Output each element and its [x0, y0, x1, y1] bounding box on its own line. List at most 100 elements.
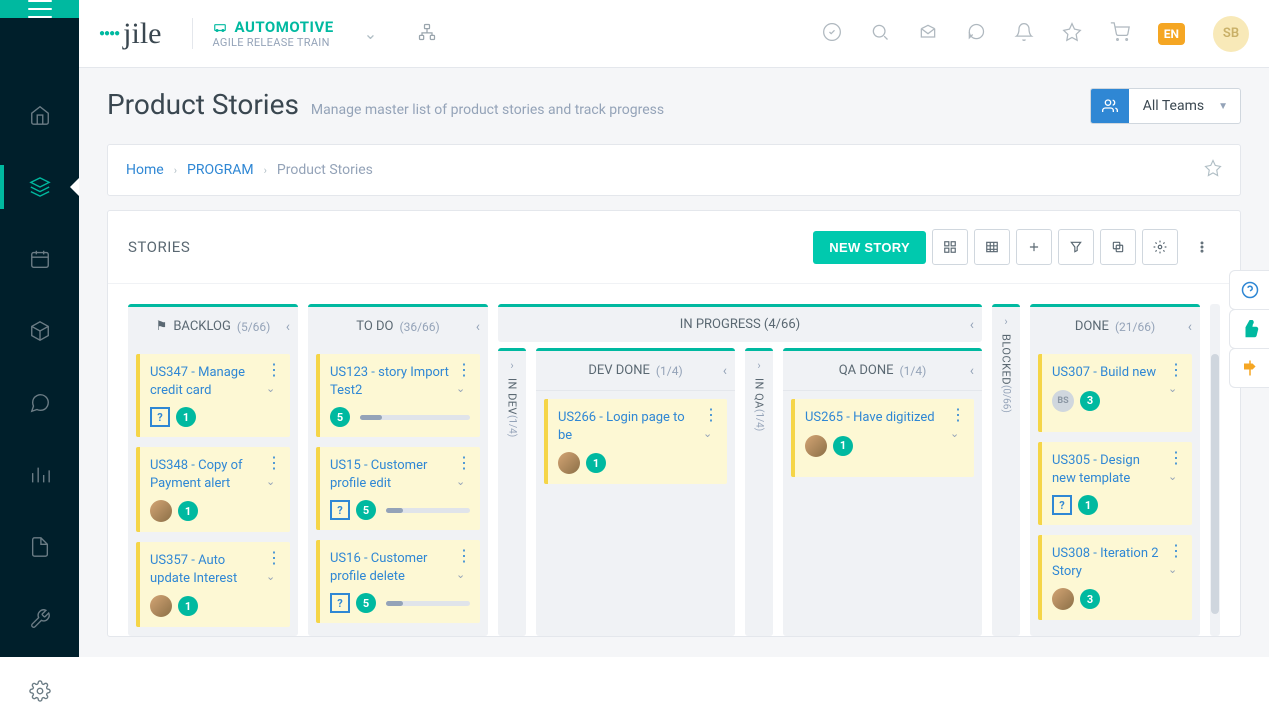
nav-home[interactable] — [18, 93, 62, 137]
story-card[interactable]: US308 - Iteration 2 Story⋮⌄3 — [1038, 535, 1192, 620]
column-in-progress: IN PROGRESS (4/66) ‹ › IN DEV (1/4) — [498, 304, 982, 636]
card-expand-icon[interactable]: ⌄ — [1168, 470, 1184, 483]
done-scrollbar[interactable] — [1210, 304, 1220, 636]
breadcrumb-program[interactable]: PROGRAM — [187, 162, 254, 178]
column-in-dev-collapsed[interactable]: › IN DEV (1/4) — [498, 348, 526, 636]
chat-icon[interactable] — [966, 22, 986, 46]
card-title[interactable]: US16 - Customer profile delete — [330, 550, 470, 585]
card-menu-icon[interactable]: ⋮ — [456, 548, 472, 564]
card-title[interactable]: US123 - story Import Test2 — [330, 364, 470, 399]
card-menu-icon[interactable]: ⋮ — [703, 407, 719, 423]
language-badge[interactable]: EN — [1158, 23, 1185, 45]
help-icon[interactable] — [1229, 270, 1269, 310]
column-blocked-collapsed[interactable]: › BLOCKED (0/66) — [992, 304, 1020, 636]
view-grid-icon[interactable] — [932, 229, 968, 265]
card-title[interactable]: US307 - Build new — [1052, 364, 1182, 382]
card-menu-icon[interactable]: ⋮ — [266, 550, 282, 566]
settings-icon[interactable] — [1142, 229, 1178, 265]
card-title[interactable]: US265 - Have digitized — [805, 409, 964, 427]
collapse-icon[interactable]: ‹ — [970, 317, 974, 333]
card-title[interactable]: US357 - Auto update Interest — [150, 552, 280, 587]
page-title: Product Stories — [107, 88, 299, 121]
card-count-badge: 5 — [356, 500, 376, 520]
card-menu-icon[interactable]: ⋮ — [1168, 543, 1184, 559]
favorite-icon[interactable] — [1204, 159, 1222, 181]
nav-chart[interactable] — [18, 453, 62, 497]
card-menu-icon[interactable]: ⋮ — [1168, 362, 1184, 378]
inbox-icon[interactable] — [918, 22, 938, 46]
collapse-icon[interactable]: ‹ — [970, 363, 974, 379]
card-title[interactable]: US308 - Iteration 2 Story — [1052, 545, 1182, 580]
card-expand-icon[interactable]: ⌄ — [950, 427, 966, 440]
column-done: DONE (21/66) ‹ US307 - Build new⋮⌄BS3US3… — [1030, 304, 1200, 636]
story-card[interactable]: US305 - Design new template⋮⌄?1 — [1038, 442, 1192, 525]
progress-bar — [386, 508, 470, 513]
nav-settings[interactable] — [18, 669, 62, 713]
add-icon[interactable] — [1016, 229, 1052, 265]
card-menu-icon[interactable]: ⋮ — [266, 362, 282, 378]
user-avatar[interactable]: SB — [1213, 16, 1249, 52]
story-card[interactable]: US123 - story Import Test2⋮⌄5 — [316, 354, 480, 437]
nav-tools[interactable] — [18, 597, 62, 641]
org-chart-icon[interactable] — [417, 22, 437, 46]
card-expand-icon[interactable]: ⌄ — [266, 475, 282, 488]
team-selector[interactable]: All Teams ▼ — [1090, 88, 1241, 124]
nav-comment[interactable] — [18, 381, 62, 425]
story-card[interactable]: US357 - Auto update Interest⋮⌄1 — [136, 542, 290, 627]
story-card[interactable]: US15 - Customer profile edit⋮⌄?5 — [316, 447, 480, 530]
collapse-icon[interactable]: ‹ — [1188, 319, 1192, 335]
workspace-switcher[interactable]: AUTOMOTIVE AGILE RELEASE TRAIN — [192, 18, 334, 49]
nav-stories[interactable] — [18, 165, 62, 209]
column-in-qa-collapsed[interactable]: › IN QA (1/4) — [745, 348, 773, 636]
view-table-icon[interactable] — [974, 229, 1010, 265]
card-expand-icon[interactable]: ⌄ — [456, 475, 472, 488]
workspace-chevron-icon[interactable]: ⌄ — [364, 24, 377, 43]
bell-icon[interactable] — [1014, 22, 1034, 46]
collapse-icon[interactable]: ‹ — [286, 319, 290, 335]
nav-calendar[interactable] — [18, 237, 62, 281]
collapse-icon[interactable]: ‹ — [476, 319, 480, 335]
story-card[interactable]: US347 - Manage credit card⋮⌄?1 — [136, 354, 290, 437]
card-expand-icon[interactable]: ⌄ — [456, 568, 472, 581]
card-menu-icon[interactable]: ⋮ — [456, 362, 472, 378]
card-menu-icon[interactable]: ⋮ — [456, 455, 472, 471]
star-icon[interactable] — [1062, 22, 1082, 46]
story-card[interactable]: US348 - Copy of Payment alert⋮⌄1 — [136, 447, 290, 532]
check-icon[interactable] — [822, 22, 842, 46]
card-menu-icon[interactable]: ⋮ — [266, 455, 282, 471]
collapse-icon[interactable]: ‹ — [723, 363, 727, 379]
card-menu-icon[interactable]: ⋮ — [950, 407, 966, 423]
cart-icon[interactable] — [1110, 22, 1130, 46]
card-expand-icon[interactable]: ⌄ — [266, 570, 282, 583]
card-title[interactable]: US348 - Copy of Payment alert — [150, 457, 280, 492]
card-menu-icon[interactable]: ⋮ — [1168, 450, 1184, 466]
story-card[interactable]: US16 - Customer profile delete⋮⌄?5 — [316, 540, 480, 623]
signpost-icon[interactable] — [1229, 348, 1269, 388]
copy-icon[interactable] — [1100, 229, 1136, 265]
story-card[interactable]: US265 - Have digitized⋮⌄1 — [791, 399, 974, 477]
card-count-badge: 1 — [586, 453, 606, 473]
story-card[interactable]: US307 - Build new⋮⌄BS3 — [1038, 354, 1192, 432]
more-icon[interactable] — [1184, 229, 1220, 265]
story-card[interactable]: US266 - Login page to be⋮ ⌄ 1 — [544, 399, 727, 484]
card-expand-icon[interactable]: ⌄ — [1168, 563, 1184, 576]
thumbs-up-icon[interactable] — [1229, 309, 1269, 349]
new-story-button[interactable]: NEW STORY — [813, 231, 926, 264]
nav-box[interactable] — [18, 309, 62, 353]
search-icon[interactable] — [870, 22, 890, 46]
filter-icon[interactable] — [1058, 229, 1094, 265]
progress-bar — [386, 601, 470, 606]
card-title[interactable]: US305 - Design new template — [1052, 452, 1182, 487]
menu-toggle[interactable] — [0, 0, 79, 18]
card-expand-icon[interactable]: ⌄ — [456, 382, 472, 395]
card-title[interactable]: US15 - Customer profile edit — [330, 457, 470, 492]
card-expand-icon[interactable]: ⌄ — [703, 427, 719, 440]
card-expand-icon[interactable]: ⌄ — [266, 382, 282, 395]
nav-docs[interactable] — [18, 525, 62, 569]
breadcrumb-home[interactable]: Home — [126, 162, 164, 178]
progress-bar — [360, 415, 470, 420]
logo[interactable]: ●●●● jile — [99, 17, 162, 51]
card-title[interactable]: US266 - Login page to be — [558, 409, 717, 444]
card-title[interactable]: US347 - Manage credit card — [150, 364, 280, 399]
card-expand-icon[interactable]: ⌄ — [1168, 382, 1184, 395]
